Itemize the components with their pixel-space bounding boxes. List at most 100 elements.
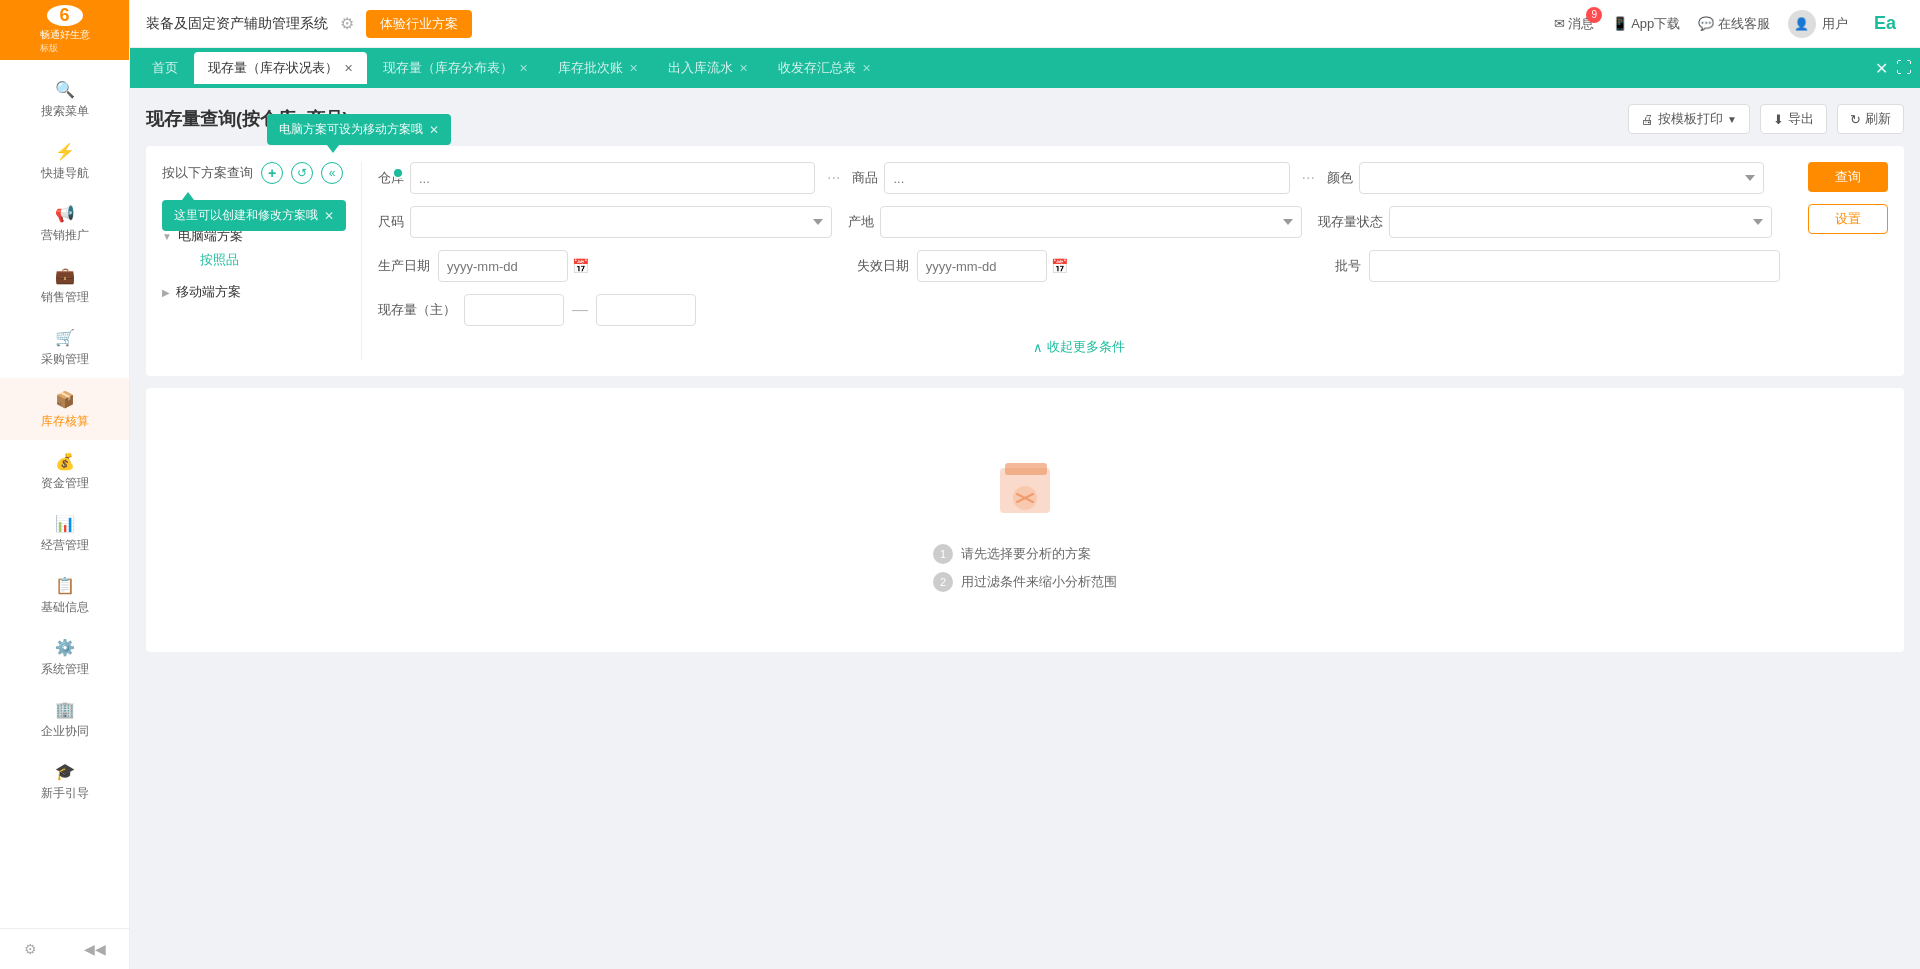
search-btn[interactable]: 查询 bbox=[1808, 162, 1888, 192]
color-field: 颜色 bbox=[1327, 162, 1764, 194]
size-select[interactable] bbox=[410, 206, 832, 238]
purchase-icon: 🛒 bbox=[54, 326, 76, 348]
batch-input[interactable] bbox=[1369, 250, 1780, 282]
app-download-btn[interactable]: 📱 App下载 bbox=[1612, 15, 1680, 33]
sidebar-item-system-label: 系统管理 bbox=[41, 661, 89, 678]
inventory-icon: 📦 bbox=[54, 388, 76, 410]
tooltip-1-text: 电脑方案可设为移动方案哦 bbox=[279, 121, 423, 138]
color-select[interactable] bbox=[1359, 162, 1764, 194]
goods-dots[interactable]: ··· bbox=[1298, 169, 1319, 187]
main-area: 装备及固定资产辅助管理系统 ⚙ 体验行业方案 ✉ 消息 9 📱 App下载 💬 … bbox=[130, 0, 1920, 969]
production-date-start-icon[interactable]: 📅 bbox=[572, 258, 589, 274]
filter-fields: 仓库 ··· 商品 ··· 颜色 bbox=[378, 162, 1780, 360]
tab-batch-ledger[interactable]: 库存批次账 ✕ bbox=[544, 52, 652, 84]
origin-select[interactable] bbox=[880, 206, 1302, 238]
tab-batch-ledger-label: 库存批次账 bbox=[558, 59, 623, 77]
sidebar-item-quicknav-label: 快捷导航 bbox=[41, 165, 89, 182]
sidebar-item-quicknav[interactable]: ⚡ 快捷导航 bbox=[0, 130, 129, 192]
sidebar-item-inventory-label: 库存核算 bbox=[41, 413, 89, 430]
sidebar-item-inventory[interactable]: 📦 库存核算 bbox=[0, 378, 129, 440]
sidebar-logo: 6 畅通好生意 标版 bbox=[0, 0, 129, 60]
tooltip-dot-indicator bbox=[392, 167, 404, 179]
sidebar-item-search-label: 搜索菜单 bbox=[41, 103, 89, 120]
export-label: 导出 bbox=[1788, 110, 1814, 128]
empty-icon bbox=[985, 448, 1065, 528]
search-icon: 🔍 bbox=[54, 78, 76, 100]
tab-inventory-dist[interactable]: 现存量（库存分布表） ✕ bbox=[369, 52, 542, 84]
tooltip-1-close[interactable]: ✕ bbox=[429, 123, 439, 137]
expiry-date-start-icon[interactable]: 📅 bbox=[1051, 258, 1068, 274]
reset-filter-btn[interactable]: 设置 bbox=[1808, 204, 1888, 234]
tab-inventory-dist-close[interactable]: ✕ bbox=[519, 62, 528, 75]
trial-btn[interactable]: 体验行业方案 bbox=[366, 10, 472, 38]
tab-in-out-flow-close[interactable]: ✕ bbox=[739, 62, 748, 75]
collapse-bar[interactable]: ∧ 收起更多条件 bbox=[378, 330, 1780, 360]
step-2-text: 用过滤条件来缩小分析范围 bbox=[961, 573, 1117, 591]
sidebar-item-guide[interactable]: 🎓 新手引导 bbox=[0, 750, 129, 812]
tooltip-2-close[interactable]: ✕ bbox=[324, 209, 334, 223]
tab-in-out-flow[interactable]: 出入库流水 ✕ bbox=[654, 52, 762, 84]
online-support-btn[interactable]: 💬 在线客服 bbox=[1698, 15, 1770, 33]
sidebar-settings-btn[interactable]: ⚙ bbox=[24, 941, 37, 957]
tab-inventory-status-label: 现存量（库存状况表） bbox=[208, 59, 338, 77]
export-icon: ⬇ bbox=[1773, 112, 1784, 127]
stock-min-input[interactable] bbox=[464, 294, 564, 326]
filter-row-1: 仓库 ··· 商品 ··· 颜色 bbox=[378, 162, 1780, 194]
tab-collect-summary[interactable]: 收发存汇总表 ✕ bbox=[764, 52, 885, 84]
sidebar-item-search[interactable]: 🔍 搜索菜单 bbox=[0, 68, 129, 130]
empty-state: 1 请先选择要分析的方案 2 用过滤条件来缩小分析范围 bbox=[146, 388, 1904, 652]
tab-bar-actions: ✕ ⛶ bbox=[1875, 59, 1912, 78]
sidebar-item-operations-label: 经营管理 bbox=[41, 537, 89, 554]
production-date-start[interactable] bbox=[438, 250, 568, 282]
goods-label: 商品 bbox=[852, 169, 878, 187]
warehouse-dots[interactable]: ··· bbox=[823, 169, 844, 187]
sidebar-item-system[interactable]: ⚙️ 系统管理 bbox=[0, 626, 129, 688]
online-support-label: 在线客服 bbox=[1718, 16, 1770, 31]
sidebar-collapse-btn[interactable]: ◀◀ bbox=[84, 941, 106, 957]
tab-close-all-icon[interactable]: ✕ bbox=[1875, 59, 1888, 78]
filter-reset-btn[interactable]: ↺ bbox=[291, 162, 313, 184]
quicknav-icon: ⚡ bbox=[54, 140, 76, 162]
system-settings-icon[interactable]: ⚙ bbox=[340, 14, 354, 33]
production-date-label: 生产日期 bbox=[378, 257, 430, 275]
system-name: 装备及固定资产辅助管理系统 bbox=[146, 15, 328, 33]
top-header-right: ✉ 消息 9 📱 App下载 💬 在线客服 👤 用户 Ea bbox=[1554, 10, 1904, 38]
sidebar-item-finance[interactable]: 💰 资金管理 bbox=[0, 440, 129, 502]
sidebar-item-purchase[interactable]: 🛒 采购管理 bbox=[0, 316, 129, 378]
sub-scheme-item-goods[interactable]: ▶ 按照品 bbox=[186, 248, 345, 272]
phone-icon: 📱 bbox=[1612, 16, 1628, 31]
message-btn[interactable]: ✉ 消息 9 bbox=[1554, 15, 1595, 33]
tab-expand-icon[interactable]: ⛶ bbox=[1896, 59, 1912, 78]
support-icon: 💬 bbox=[1698, 16, 1714, 31]
user-area[interactable]: 👤 用户 bbox=[1788, 10, 1848, 38]
tab-inventory-status-close[interactable]: ✕ bbox=[344, 62, 353, 75]
sidebar-item-enterprise[interactable]: 🏢 企业协同 bbox=[0, 688, 129, 750]
expiry-date-start[interactable] bbox=[917, 250, 1047, 282]
filter-add-btn[interactable]: + bbox=[261, 162, 283, 184]
goods-input[interactable] bbox=[884, 162, 1289, 194]
empty-step-1: 1 请先选择要分析的方案 bbox=[933, 544, 1117, 564]
inventory-status-select[interactable] bbox=[1389, 206, 1772, 238]
tab-home[interactable]: 首页 bbox=[138, 52, 192, 84]
filter-back-btn[interactable]: « bbox=[321, 162, 343, 184]
scheme-tree: ▼ 电脑端方案 ▶ 按照品 ▶ 移动端方案 bbox=[162, 224, 345, 304]
sidebar-item-basic[interactable]: 📋 基础信息 bbox=[0, 564, 129, 626]
sidebar-item-marketing[interactable]: 📢 营销推广 bbox=[0, 192, 129, 254]
tab-inventory-status[interactable]: 现存量（库存状况表） ✕ bbox=[194, 52, 367, 84]
export-btn[interactable]: ⬇ 导出 bbox=[1760, 104, 1827, 134]
filter-panel: 按以下方案查询 + ↺ « 电脑方案可设为移动方案哦 ✕ bbox=[146, 146, 1904, 376]
tab-batch-ledger-close[interactable]: ✕ bbox=[629, 62, 638, 75]
mobile-scheme-item[interactable]: ▶ 移动端方案 bbox=[162, 280, 345, 304]
origin-label: 产地 bbox=[848, 213, 874, 231]
sidebar-item-sales[interactable]: 💼 销售管理 bbox=[0, 254, 129, 316]
print-btn[interactable]: 🖨 按模板打印 ▼ bbox=[1628, 104, 1750, 134]
sidebar-item-purchase-label: 采购管理 bbox=[41, 351, 89, 368]
sidebar-item-operations[interactable]: 📊 经营管理 bbox=[0, 502, 129, 564]
warehouse-input[interactable] bbox=[410, 162, 815, 194]
tab-collect-summary-close[interactable]: ✕ bbox=[862, 62, 871, 75]
filter-header: 按以下方案查询 + ↺ « bbox=[162, 162, 345, 184]
tooltip-bubble-2: 这里可以创建和修改方案哦 ✕ bbox=[162, 200, 346, 231]
refresh-btn[interactable]: ↻ 刷新 bbox=[1837, 104, 1904, 134]
sidebar-item-sales-label: 销售管理 bbox=[41, 289, 89, 306]
stock-max-input[interactable] bbox=[596, 294, 696, 326]
